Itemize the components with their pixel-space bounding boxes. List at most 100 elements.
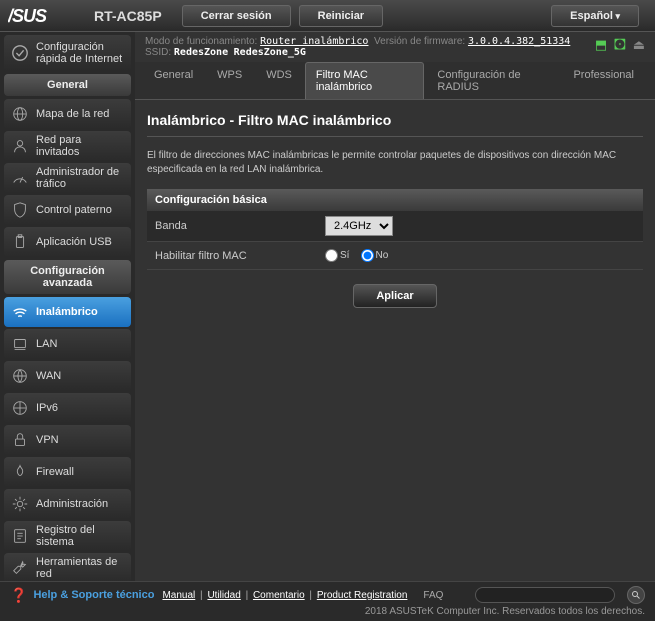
- ssid-value-1: RedesZone: [174, 47, 228, 58]
- tabs-bar: General WPS WDS Filtro MAC inalámbrico C…: [135, 62, 655, 100]
- sidebar-item-label: Firewall: [36, 466, 74, 478]
- help-support-link[interactable]: Help & Soporte técnico: [33, 589, 154, 601]
- page-description: El filtro de direcciones MAC inalámbrica…: [147, 149, 643, 177]
- log-icon: [10, 526, 30, 546]
- footer-link-feedback[interactable]: Comentario: [253, 590, 305, 601]
- sidebar-item-usb-app[interactable]: Aplicación USB: [4, 227, 131, 257]
- help-icon[interactable]: ❓: [10, 587, 27, 604]
- sidebar-item-lan[interactable]: LAN: [4, 329, 131, 359]
- sidebar-item-label: Registro del sistema: [36, 524, 125, 548]
- mode-label: Modo de funcionamiento:: [145, 36, 257, 47]
- tab-radius[interactable]: Configuración de RADIUS: [426, 62, 560, 99]
- sidebar-item-label: WAN: [36, 370, 61, 382]
- radio-yes[interactable]: [325, 249, 338, 262]
- sidebar-item-label: Aplicación USB: [36, 236, 112, 248]
- sidebar-item-guest-network[interactable]: Red para invitados: [4, 131, 131, 161]
- tab-mac-filter[interactable]: Filtro MAC inalámbrico: [305, 62, 425, 99]
- ssid-value-2: RedesZone_5G: [234, 47, 306, 58]
- wizard-icon: [10, 43, 30, 63]
- sidebar-item-label: VPN: [36, 434, 59, 446]
- status-icons: ⬒ 🖸 ⏏: [591, 36, 645, 58]
- tab-wds[interactable]: WDS: [255, 62, 303, 99]
- sidebar-item-firewall[interactable]: Firewall: [4, 457, 131, 487]
- sidebar-item-label: Mapa de la red: [36, 108, 109, 120]
- svg-text:/SUS: /SUS: [8, 7, 47, 25]
- main-content: ⬒ 🖸 ⏏ Modo de funcionamiento: Router ina…: [135, 32, 655, 581]
- band-label: Banda: [155, 220, 325, 232]
- sidebar-item-ipv6[interactable]: IPv6: [4, 393, 131, 423]
- usb-icon: [10, 232, 30, 252]
- fw-value[interactable]: 3.0.0.4.382_51334: [468, 36, 570, 47]
- row-band: Banda 2.4GHz: [147, 211, 643, 242]
- app-icon[interactable]: ⬒: [595, 37, 607, 52]
- sidebar-item-label: Administrador de tráfico: [36, 166, 125, 190]
- sidebar-item-label: Administración: [36, 498, 108, 510]
- sidebar-item-label: Control paterno: [36, 204, 112, 216]
- guest-icon: [10, 136, 30, 156]
- sidebar: Configuración rápida de Internet General…: [0, 32, 135, 581]
- info-line: ⬒ 🖸 ⏏ Modo de funcionamiento: Router ina…: [135, 32, 655, 62]
- fw-label: Versión de firmware:: [374, 36, 465, 47]
- radio-yes-label[interactable]: Sí: [325, 250, 349, 261]
- section-header-basic: Configuración básica: [147, 189, 643, 211]
- sidebar-item-administration[interactable]: Administración: [4, 489, 131, 519]
- sidebar-item-network-tools[interactable]: Herramientas de red: [4, 553, 131, 583]
- copyright-text: 2018 ASUSTeK Computer Inc. Reservados to…: [10, 604, 645, 617]
- sidebar-item-label: Configuración rápida de Internet: [36, 41, 125, 65]
- logout-button[interactable]: Cerrar sesión: [182, 5, 291, 27]
- globe-icon: [10, 104, 30, 124]
- ssid-label: SSID:: [145, 47, 171, 58]
- sidebar-item-label: IPv6: [36, 402, 58, 414]
- language-button[interactable]: Español: [551, 5, 639, 27]
- brand-logo: /SUS: [8, 7, 88, 25]
- sidebar-general-header: General: [4, 74, 131, 96]
- sidebar-item-traffic-manager[interactable]: Administrador de tráfico: [4, 163, 131, 193]
- language-selector[interactable]: Español: [551, 5, 647, 27]
- faq-label[interactable]: FAQ: [423, 590, 443, 601]
- sidebar-item-label: Red para invitados: [36, 134, 125, 158]
- top-bar: /SUS RT-AC85P Cerrar sesión Reiniciar Es…: [0, 0, 655, 32]
- reboot-button[interactable]: Reiniciar: [299, 5, 383, 27]
- sidebar-quick-setup[interactable]: Configuración rápida de Internet: [4, 35, 131, 71]
- wan-icon: [10, 366, 30, 386]
- sidebar-advanced-header: Configuración avanzada: [4, 260, 131, 294]
- footer-link-product-reg[interactable]: Product Registration: [317, 590, 408, 601]
- apply-button[interactable]: Aplicar: [353, 284, 436, 308]
- row-mac-filter: Habilitar filtro MAC Sí No: [147, 242, 643, 270]
- search-input[interactable]: [475, 587, 615, 603]
- sidebar-item-vpn[interactable]: VPN: [4, 425, 131, 455]
- sidebar-item-network-map[interactable]: Mapa de la red: [4, 99, 131, 129]
- search-button[interactable]: [627, 586, 645, 604]
- page-title: Inalámbrico - Filtro MAC inalámbrico: [147, 112, 643, 137]
- meter-icon: [10, 168, 30, 188]
- sidebar-item-label: Inalámbrico: [36, 306, 98, 318]
- sidebar-item-label: LAN: [36, 338, 57, 350]
- mode-value[interactable]: Router inalámbrico: [260, 36, 368, 47]
- radio-no-label[interactable]: No: [361, 250, 389, 261]
- gear-icon: [10, 494, 30, 514]
- usb-eject-icon[interactable]: ⏏: [633, 37, 645, 52]
- content-area: Inalámbrico - Filtro MAC inalámbrico El …: [135, 100, 655, 581]
- radio-no[interactable]: [361, 249, 374, 262]
- sidebar-item-label: Herramientas de red: [36, 556, 125, 580]
- mac-filter-label: Habilitar filtro MAC: [155, 250, 325, 262]
- band-select[interactable]: 2.4GHz: [325, 216, 393, 236]
- wifi-icon: [10, 302, 30, 322]
- tab-professional[interactable]: Professional: [562, 62, 645, 99]
- footer-link-utility[interactable]: Utilidad: [207, 590, 240, 601]
- sidebar-item-wan[interactable]: WAN: [4, 361, 131, 391]
- model-name: RT-AC85P: [94, 8, 162, 24]
- footer-link-manual[interactable]: Manual: [162, 590, 195, 601]
- footer: ❓ Help & Soporte técnico Manual | Utilid…: [0, 581, 655, 621]
- ipv6-icon: [10, 398, 30, 418]
- firewall-icon: [10, 462, 30, 482]
- sidebar-item-wireless[interactable]: Inalámbrico: [4, 297, 131, 327]
- vpn-icon: [10, 430, 30, 450]
- usb-status-icon[interactable]: 🖸: [614, 37, 626, 52]
- shield-icon: [10, 200, 30, 220]
- tab-wps[interactable]: WPS: [206, 62, 253, 99]
- tools-icon: [10, 558, 30, 578]
- sidebar-item-system-log[interactable]: Registro del sistema: [4, 521, 131, 551]
- sidebar-item-parental-control[interactable]: Control paterno: [4, 195, 131, 225]
- tab-general[interactable]: General: [143, 62, 204, 99]
